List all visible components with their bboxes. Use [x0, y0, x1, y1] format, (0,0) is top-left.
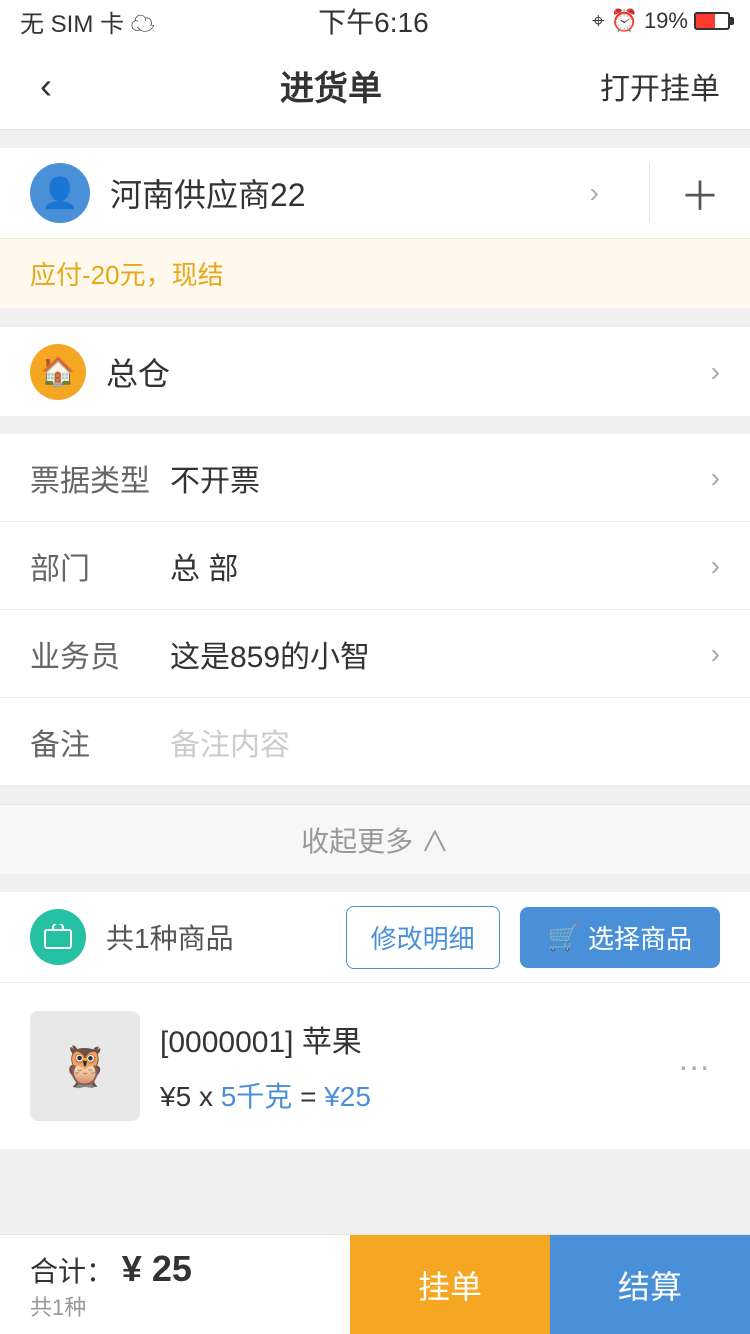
page-title: 进货单 — [280, 61, 382, 110]
nav-bar: ‹ 进货单 打开挂单 — [0, 42, 750, 130]
invoice-label: 票据类型 — [30, 456, 150, 500]
invoice-chevron-icon: › — [711, 462, 720, 494]
back-button[interactable]: ‹ — [30, 55, 62, 117]
product-thumbnail: 🦉 — [30, 1011, 140, 1121]
supplier-section: 👤 河南供应商22 › ＋ — [0, 148, 750, 238]
status-right: ⌖ ⏰ 19% — [592, 8, 730, 34]
warehouse-row[interactable]: 🏠 总仓 › — [0, 326, 750, 416]
edit-detail-button[interactable]: 修改明细 — [346, 906, 500, 969]
home-icon: 🏠 — [41, 355, 76, 388]
cart-svg-icon — [43, 924, 73, 950]
total-row: 合计： ¥ 25 — [30, 1248, 320, 1290]
select-product-icon: 🛒 — [548, 922, 580, 953]
price-equals: = — [300, 1081, 324, 1112]
products-header: 共1种商品 修改明细 🛒 选择商品 — [0, 892, 750, 982]
product-name: [0000001] 苹果 — [160, 1017, 648, 1061]
select-product-button[interactable]: 🛒 选择商品 — [520, 907, 720, 968]
add-supplier-button[interactable]: ＋ — [670, 164, 730, 222]
mid-divider-1 — [0, 308, 750, 326]
price-multiply: x — [199, 1081, 221, 1112]
status-bar: 无 SIM 卡 ☁ 下午6:16 ⌖ ⏰ 19% — [0, 0, 750, 42]
department-value: 总 部 — [170, 544, 711, 588]
remark-placeholder: 备注内容 — [170, 720, 720, 764]
invoice-row[interactable]: 票据类型 不开票 › — [0, 434, 750, 522]
status-left: 无 SIM 卡 ☁ — [20, 4, 155, 39]
department-row[interactable]: 部门 总 部 › — [0, 522, 750, 610]
collapse-text: 收起更多 ∧ — [301, 820, 449, 860]
main-content: 👤 河南供应商22 › ＋ 应付-20元，现结 🏠 总仓 › 票据类型 不开票 … — [0, 130, 750, 1249]
warehouse-name: 总仓 — [106, 349, 711, 395]
remark-row[interactable]: 备注 备注内容 — [0, 698, 750, 786]
user-icon: 👤 — [41, 176, 78, 211]
product-count-text: 共1种商品 — [106, 917, 326, 957]
battery-icon — [694, 12, 730, 30]
product-title: 苹果 — [302, 1026, 362, 1059]
bottom-bar: 合计： ¥ 25 共1种 挂单 结算 — [0, 1234, 750, 1334]
notice-text: 应付-20元，现结 — [30, 260, 224, 290]
top-divider — [0, 130, 750, 148]
collapse-button[interactable]: 收起更多 ∧ — [0, 804, 750, 874]
location-icon: ⌖ — [592, 8, 604, 34]
supplier-row[interactable]: 👤 河南供应商22 › — [0, 148, 629, 238]
total-amount: ¥ 25 — [122, 1248, 192, 1289]
product-price: ¥5 x 5千克 = ¥25 — [160, 1075, 648, 1115]
total-section: 合计： ¥ 25 共1种 — [0, 1248, 350, 1322]
staff-row[interactable]: 业务员 这是859的小智 › — [0, 610, 750, 698]
vertical-divider — [649, 163, 650, 223]
staff-value: 这是859的小智 — [170, 632, 711, 676]
product-code: [0000001] — [160, 1026, 293, 1059]
battery-percent: 19% — [644, 8, 688, 34]
owl-icon: 🦉 — [60, 1043, 110, 1090]
product-item: 🦉 [0000001] 苹果 ¥5 x 5千克 = ¥25 ··· — [0, 982, 750, 1149]
product-total: ¥25 — [324, 1081, 371, 1112]
warehouse-icon: 🏠 — [30, 344, 86, 400]
staff-chevron-icon: › — [711, 638, 720, 670]
form-section: 票据类型 不开票 › 部门 总 部 › 业务员 这是859的小智 › 备注 备注… — [0, 434, 750, 786]
supplier-avatar: 👤 — [30, 163, 90, 223]
supplier-name: 河南供应商22 — [110, 170, 590, 216]
status-time: 下午6:16 — [318, 1, 429, 41]
notice-bar: 应付-20元，现结 — [0, 238, 750, 308]
warehouse-chevron-icon: › — [711, 356, 720, 388]
invoice-value: 不开票 — [170, 456, 711, 500]
supplier-chevron-icon: › — [590, 177, 599, 209]
hang-button[interactable]: 挂单 — [350, 1235, 550, 1334]
product-info: [0000001] 苹果 ¥5 x 5千克 = ¥25 — [160, 1017, 648, 1115]
staff-label: 业务员 — [30, 632, 150, 676]
select-product-label: 选择商品 — [588, 919, 692, 956]
total-label: 合计： — [30, 1256, 114, 1287]
total-count: 共1种 — [30, 1290, 320, 1322]
sim-wifi-text: 无 SIM 卡 ☁ — [20, 4, 155, 39]
department-chevron-icon: › — [711, 550, 720, 582]
alarm-icon: ⏰ — [611, 8, 638, 34]
price-value: ¥5 — [160, 1081, 191, 1112]
settle-button[interactable]: 结算 — [550, 1235, 750, 1334]
product-more-button[interactable]: ··· — [668, 1038, 720, 1095]
product-qty: 5千克 — [221, 1081, 293, 1112]
department-label: 部门 — [30, 544, 150, 588]
open-pending-button[interactable]: 打开挂单 — [600, 64, 720, 108]
product-count-icon — [30, 909, 86, 965]
remark-label: 备注 — [30, 720, 150, 764]
